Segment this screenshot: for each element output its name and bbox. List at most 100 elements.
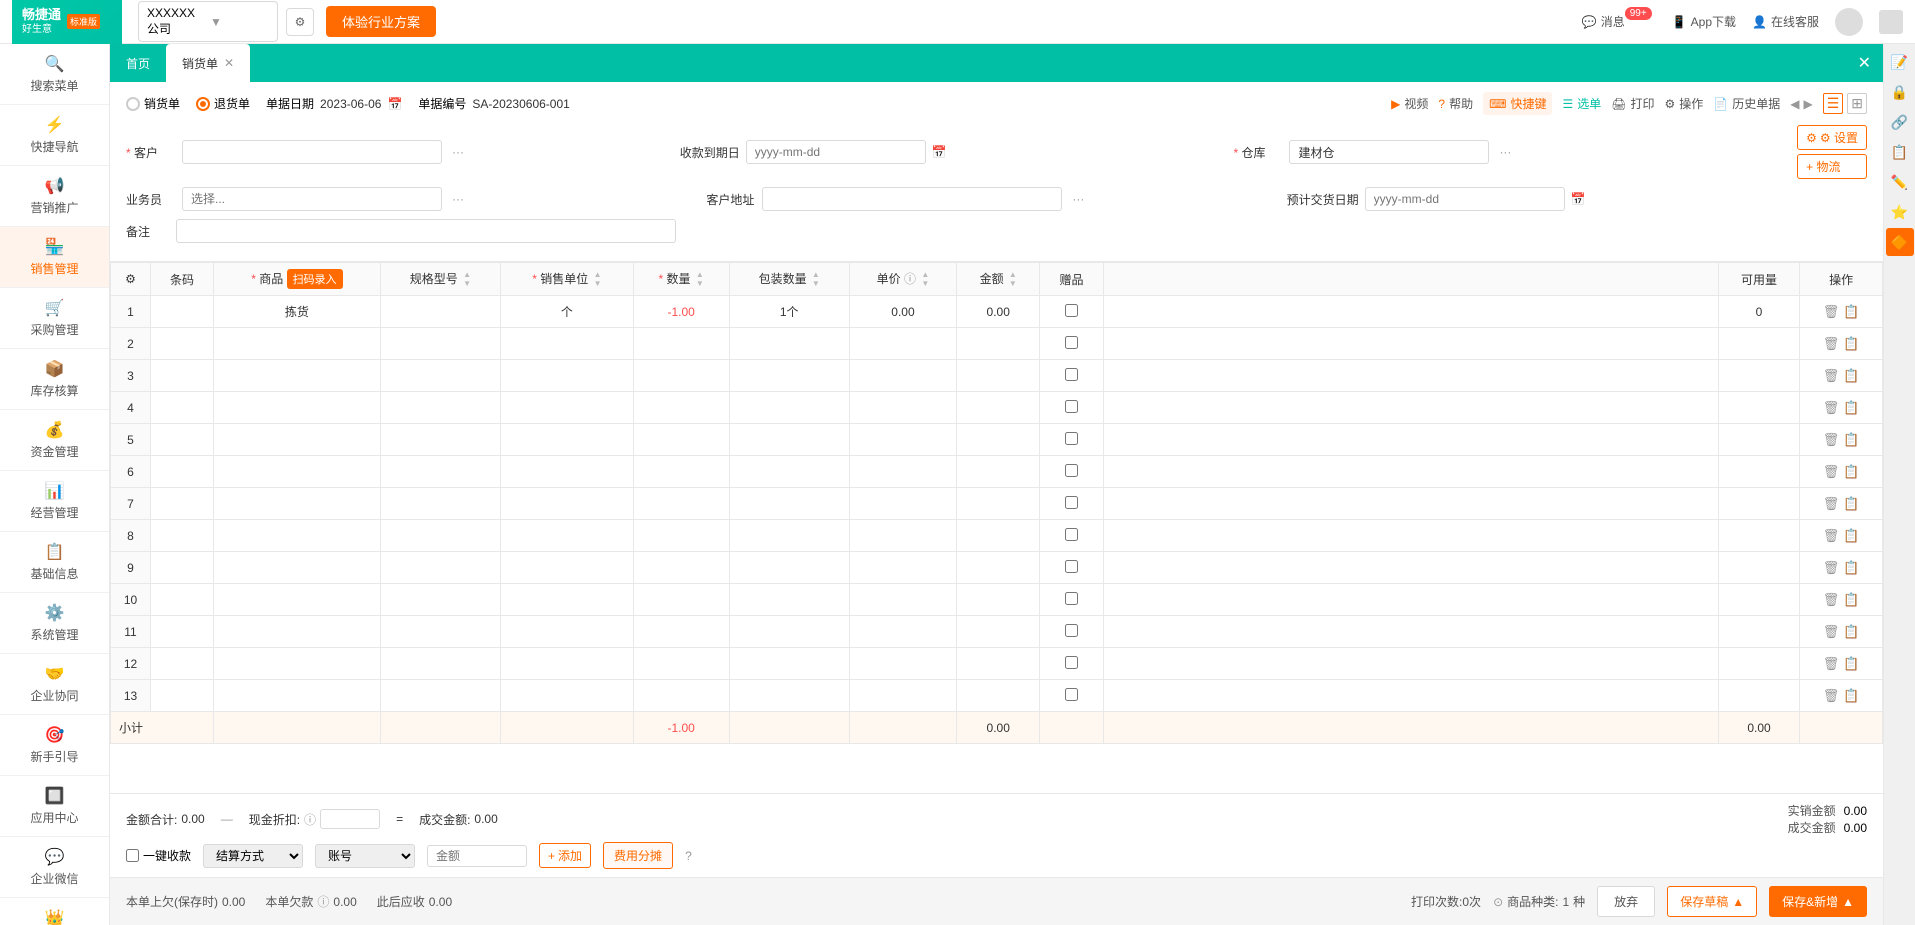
delivery-cal-icon[interactable]: 📅 — [1571, 192, 1586, 206]
try-industry-button[interactable]: 体验行业方案 — [326, 6, 436, 37]
logistics-button[interactable]: + 物流 — [1797, 154, 1867, 179]
gift-checkbox[interactable] — [1065, 336, 1078, 349]
action-btn[interactable]: ⚙ 操作 — [1664, 95, 1703, 112]
customer-dots-icon[interactable]: ··· — [452, 145, 464, 159]
right-panel-link-icon[interactable]: 🔗 — [1886, 108, 1914, 136]
scan-button[interactable]: 扫码录入 — [287, 269, 343, 289]
owe-info-icon[interactable]: ⓘ — [317, 893, 329, 910]
payment-due-input[interactable] — [746, 140, 926, 164]
delete-row-icon[interactable]: 🗑 — [1823, 400, 1840, 416]
delete-row-icon[interactable]: 🗑 — [1823, 592, 1840, 608]
row-gift[interactable] — [1040, 296, 1103, 328]
tab-sales-order[interactable]: 销货单 ✕ — [166, 44, 250, 82]
copy-row-icon[interactable]: 📋 — [1843, 464, 1859, 480]
sidebar-item-finance[interactable]: 💰 资金管理 — [0, 410, 109, 471]
radio-return-order[interactable]: 退货单 — [196, 95, 250, 112]
copy-row-icon[interactable]: 📋 — [1843, 528, 1859, 544]
company-selector[interactable]: XXXXXX公司 ▼ — [138, 1, 278, 42]
tab-close-icon[interactable]: ✕ — [224, 56, 234, 70]
delete-row-icon[interactable]: 🗑 — [1823, 496, 1840, 512]
copy-row-icon[interactable]: 📋 — [1843, 432, 1859, 448]
one-click-payment-checkbox[interactable]: 一键收款 — [126, 847, 191, 864]
right-panel-note-icon[interactable]: 📝 — [1886, 48, 1914, 76]
remark-input[interactable] — [176, 219, 676, 243]
row-price[interactable]: 0.00 — [849, 296, 956, 328]
sidebar-item-enterprise[interactable]: 🤝 企业协同 — [0, 654, 109, 715]
delete-row-icon[interactable]: 🗑 — [1823, 336, 1840, 352]
select-btn[interactable]: ☰ 选单 — [1562, 95, 1601, 112]
row-unit[interactable]: 个 — [501, 296, 634, 328]
copy-row-icon[interactable]: 📋 — [1843, 656, 1859, 672]
sidebar-item-member[interactable]: 👑 畅会员 — [0, 898, 109, 925]
row-pack-qty[interactable]: 1个 — [729, 296, 849, 328]
expense-info-icon[interactable]: ? — [685, 849, 692, 863]
sidebar-item-marketing[interactable]: 📢 营销推广 — [0, 166, 109, 227]
sidebar-item-sales[interactable]: 🏪 销售管理 — [0, 227, 109, 288]
gift-checkbox[interactable] — [1065, 560, 1078, 573]
save-new-dropdown-icon[interactable]: ▲ — [1842, 895, 1854, 909]
form-settings-button[interactable]: ⚙ ⚙ 设置 — [1797, 125, 1867, 150]
online-support-button[interactable]: 👤 在线客服 — [1752, 13, 1819, 30]
settings-icon[interactable]: ⚙ — [286, 8, 314, 36]
expense-split-button[interactable]: 费用分摊 — [603, 842, 673, 869]
sidebar-item-apps[interactable]: 🔲 应用中心 — [0, 776, 109, 837]
gift-checkbox[interactable] — [1065, 528, 1078, 541]
right-panel-lock-icon[interactable]: 🔒 — [1886, 78, 1914, 106]
salesperson-dots-icon[interactable]: ··· — [452, 192, 464, 206]
copy-row-icon[interactable]: 📋 — [1843, 624, 1859, 640]
row-spec[interactable] — [380, 296, 500, 328]
tab-home[interactable]: 首页 — [110, 44, 166, 82]
copy-row-icon[interactable]: 📋 — [1843, 400, 1859, 416]
help-btn[interactable]: ? 帮助 — [1438, 95, 1473, 112]
gift-checkbox[interactable] — [1065, 656, 1078, 669]
delete-row-icon[interactable]: 🗑 — [1823, 368, 1840, 384]
save-new-button[interactable]: 保存&新增 ▲ — [1769, 886, 1867, 917]
sidebar-item-search[interactable]: 🔍 搜索菜单 — [0, 44, 109, 105]
right-panel-star-icon[interactable]: ⭐ — [1886, 198, 1914, 226]
delete-row-icon[interactable]: 🗑 — [1823, 624, 1840, 640]
payment-due-cal-icon[interactable]: 📅 — [932, 145, 947, 159]
price-info-icon[interactable]: ⓘ — [904, 272, 916, 286]
row-amount[interactable]: 0.00 — [956, 296, 1039, 328]
list-view-icon[interactable]: ☰ — [1823, 93, 1844, 114]
calendar-icon[interactable]: 📅 — [387, 97, 402, 111]
shortcut-btn[interactable]: ⌨ 快捷键 — [1483, 92, 1552, 115]
next-page-icon[interactable]: ▶ — [1803, 97, 1812, 111]
print-btn[interactable]: 🖨 打印 — [1611, 95, 1654, 112]
discount-input[interactable] — [320, 809, 380, 829]
add-payment-button[interactable]: + 添加 — [539, 843, 591, 868]
right-panel-alert-icon[interactable]: 🔶 — [1886, 228, 1914, 256]
sidebar-item-purchase[interactable]: 🛒 采购管理 — [0, 288, 109, 349]
delete-row-icon[interactable]: 🗑 — [1823, 656, 1840, 672]
calc-method-select[interactable]: 结算方式 — [203, 844, 303, 868]
history-btn[interactable]: 📄 历史单据 — [1713, 95, 1780, 112]
delivery-date-input[interactable] — [1365, 187, 1565, 211]
discard-button[interactable]: 放弃 — [1597, 886, 1655, 917]
grid-view-icon[interactable]: ⊞ — [1847, 93, 1867, 114]
sidebar-item-system[interactable]: ⚙️ 系统管理 — [0, 593, 109, 654]
copy-row-icon[interactable]: 📋 — [1843, 336, 1859, 352]
close-window-icon[interactable]: ✕ — [1846, 53, 1883, 73]
delete-row-icon[interactable]: 🗑 — [1823, 304, 1840, 320]
copy-row-icon[interactable]: 📋 — [1843, 688, 1859, 704]
th-settings[interactable]: ⚙ — [111, 263, 151, 296]
gift-checkbox[interactable] — [1065, 624, 1078, 637]
radio-sale-order[interactable]: 销货单 — [126, 95, 180, 112]
gift-checkbox[interactable] — [1065, 688, 1078, 701]
row-barcode[interactable] — [151, 296, 214, 328]
gift-checkbox[interactable] — [1065, 368, 1078, 381]
copy-row-icon[interactable]: 📋 — [1843, 592, 1859, 608]
right-panel-edit-icon[interactable]: ✏️ — [1886, 168, 1914, 196]
gift-checkbox[interactable] — [1065, 464, 1078, 477]
right-panel-clipboard-icon[interactable]: 📋 — [1886, 138, 1914, 166]
copy-row-icon[interactable]: 📋 — [1843, 368, 1859, 384]
sidebar-item-basic[interactable]: 📋 基础信息 — [0, 532, 109, 593]
payment-check[interactable] — [126, 849, 139, 862]
row-product[interactable]: 拣货 — [214, 296, 381, 328]
gift-checkbox[interactable] — [1065, 400, 1078, 413]
table-settings-icon[interactable]: ⚙ — [125, 272, 136, 286]
customer-addr-input[interactable] — [762, 187, 1062, 211]
copy-row-icon[interactable]: 📋 — [1843, 560, 1859, 576]
gift-checkbox[interactable] — [1065, 496, 1078, 509]
discount-info-icon[interactable]: ⓘ — [304, 811, 316, 828]
